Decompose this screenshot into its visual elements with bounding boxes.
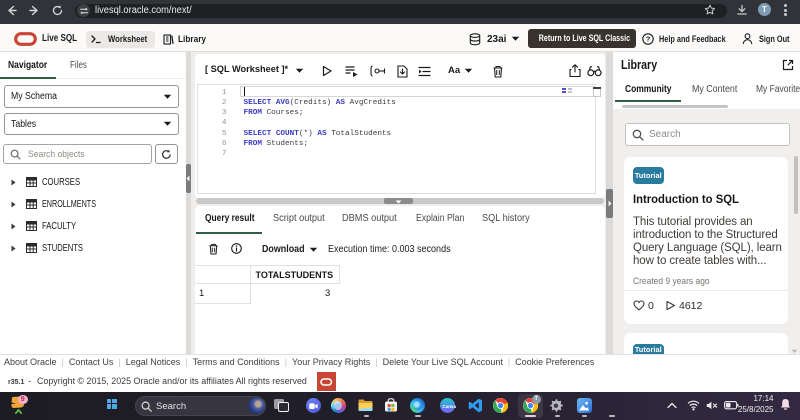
svg-text:?: ? [646, 35, 651, 44]
